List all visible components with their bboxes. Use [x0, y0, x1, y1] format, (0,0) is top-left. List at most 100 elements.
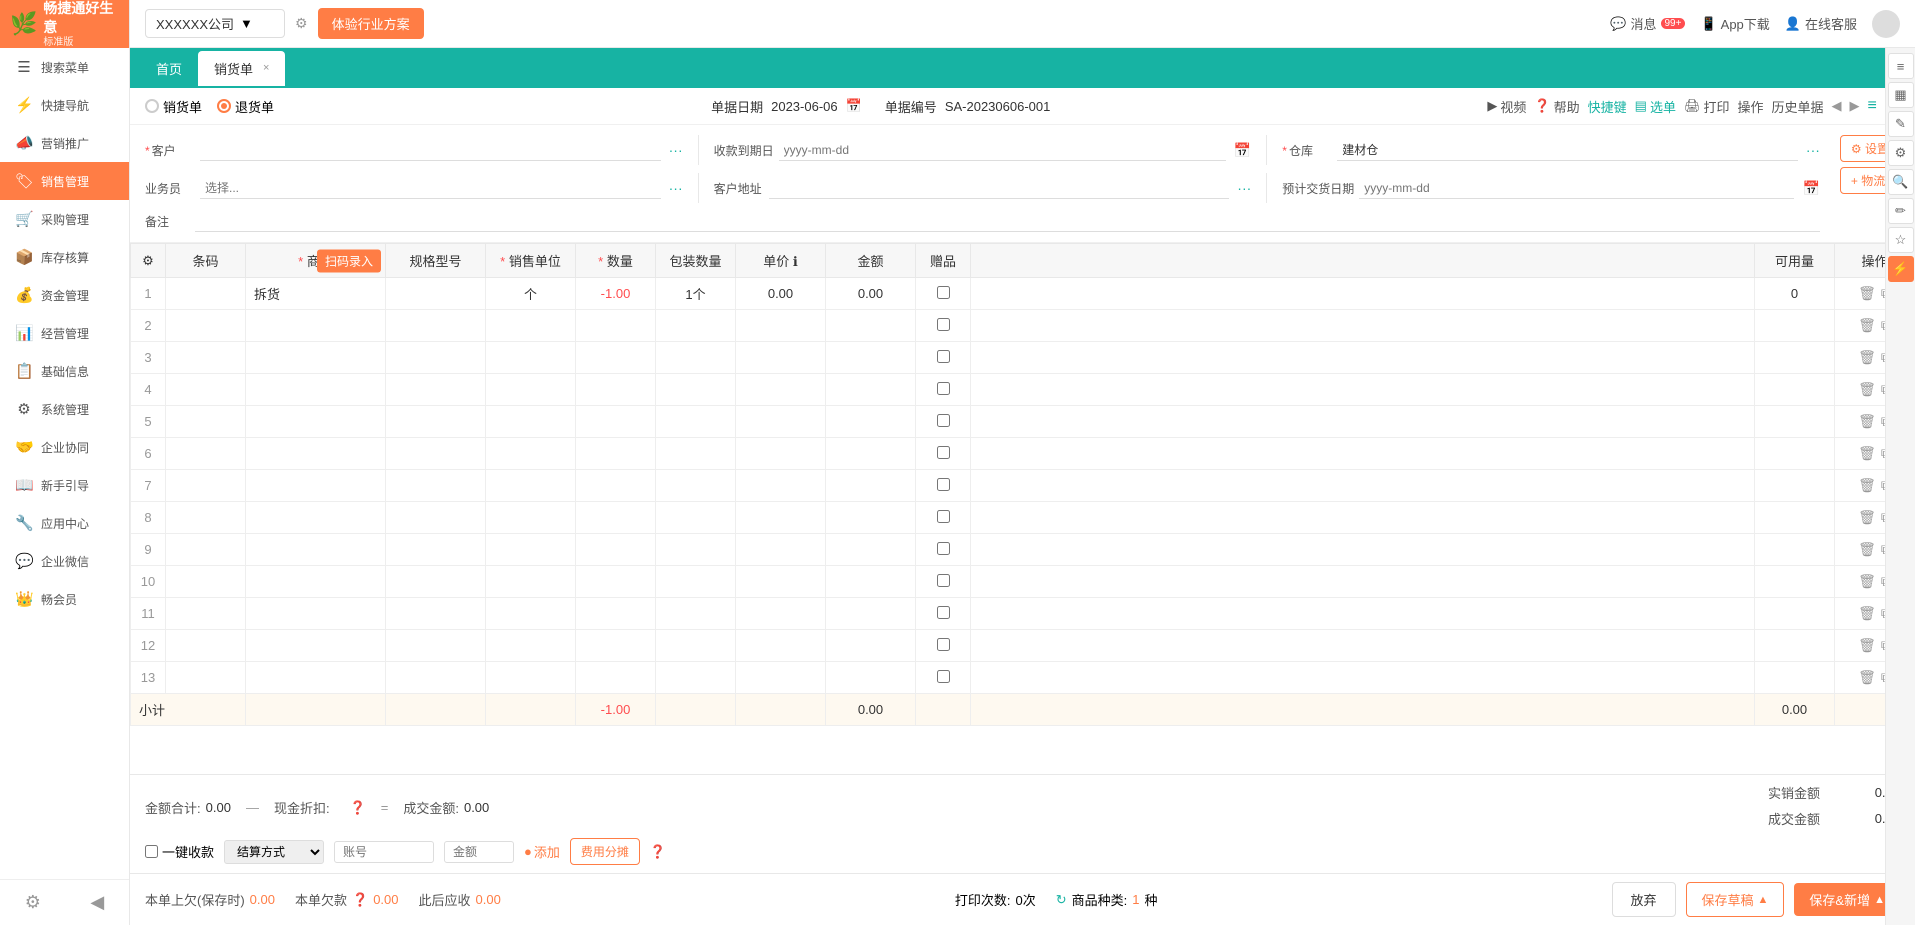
- row-qty[interactable]: [576, 534, 656, 566]
- row-barcode[interactable]: [166, 566, 246, 598]
- row-barcode[interactable]: [166, 502, 246, 534]
- row-spec[interactable]: [386, 534, 486, 566]
- tab-home[interactable]: 首页: [140, 51, 198, 86]
- row-qty[interactable]: [576, 342, 656, 374]
- row-amount[interactable]: [826, 342, 916, 374]
- col-settings[interactable]: ⚙: [131, 244, 166, 278]
- radio-sale[interactable]: 销货单: [145, 97, 202, 116]
- sidebar-item-system[interactable]: ⚙ 系统管理: [0, 390, 129, 428]
- row-pkg[interactable]: [656, 342, 736, 374]
- row-price[interactable]: [736, 310, 826, 342]
- fee-split-btn[interactable]: 费用分摊: [570, 838, 640, 865]
- row-amount[interactable]: [826, 566, 916, 598]
- row-unit[interactable]: [486, 598, 576, 630]
- row-unit[interactable]: [486, 502, 576, 534]
- row-spec[interactable]: [386, 310, 486, 342]
- row-gift[interactable]: [916, 278, 971, 310]
- row-unit[interactable]: [486, 310, 576, 342]
- due-date-input[interactable]: [779, 140, 1226, 161]
- discard-btn[interactable]: 放弃: [1612, 882, 1676, 917]
- owed-help-icon[interactable]: ❓: [352, 892, 368, 908]
- row-barcode[interactable]: [166, 630, 246, 662]
- row-qty[interactable]: [576, 438, 656, 470]
- sidebar-item-finance[interactable]: 💰 资金管理: [0, 276, 129, 314]
- shortcut-btn[interactable]: 快捷键: [1588, 97, 1627, 116]
- row-delete-btn[interactable]: 🗑: [1858, 445, 1876, 462]
- row-goods[interactable]: [246, 470, 386, 502]
- calendar-icon[interactable]: 📅: [846, 98, 862, 114]
- row-pkg[interactable]: [656, 374, 736, 406]
- row-unit[interactable]: 个: [486, 278, 576, 310]
- discount-help-icon[interactable]: ❓: [350, 800, 366, 816]
- row-amount[interactable]: [826, 470, 916, 502]
- sidebar-item-appcenter[interactable]: 🔧 应用中心: [0, 504, 129, 542]
- row-pkg[interactable]: [656, 534, 736, 566]
- sidebar-item-quicknav[interactable]: ⚡ 快捷导航: [0, 86, 129, 124]
- refresh-icon[interactable]: ↻: [1056, 892, 1067, 908]
- one-click-payment-checkbox[interactable]: 一键收款: [145, 842, 214, 861]
- sidebar-item-ops[interactable]: 📊 经营管理: [0, 314, 129, 352]
- row-goods[interactable]: 拆货: [246, 278, 386, 310]
- row-pkg[interactable]: [656, 406, 736, 438]
- sidebar-settings-btn[interactable]: ⚙: [21, 888, 45, 917]
- row-barcode[interactable]: [166, 374, 246, 406]
- row-delete-btn[interactable]: 🗑: [1858, 669, 1876, 686]
- row-delete-btn[interactable]: 🗑: [1858, 541, 1876, 558]
- right-panel-btn-2[interactable]: ▦: [1888, 82, 1914, 108]
- row-pkg[interactable]: [656, 566, 736, 598]
- sidebar-item-wechat[interactable]: 💬 企业微信: [0, 542, 129, 580]
- salesperson-dots[interactable]: ···: [669, 180, 683, 196]
- sidebar-collapse-btn[interactable]: ◀: [86, 888, 108, 917]
- row-price[interactable]: [736, 502, 826, 534]
- row-spec[interactable]: [386, 662, 486, 694]
- row-delete-btn[interactable]: 🗑: [1858, 637, 1876, 654]
- online-service-action[interactable]: 👤 在线客服: [1785, 14, 1857, 33]
- row-barcode[interactable]: [166, 662, 246, 694]
- row-goods[interactable]: [246, 598, 386, 630]
- tab-close-icon[interactable]: ×: [263, 62, 269, 74]
- row-barcode[interactable]: [166, 470, 246, 502]
- row-delete-btn[interactable]: 🗑: [1858, 413, 1876, 430]
- company-selector[interactable]: XXXXXX公司 ▼: [145, 9, 285, 38]
- row-price[interactable]: [736, 630, 826, 662]
- row-unit[interactable]: [486, 406, 576, 438]
- row-amount[interactable]: [826, 310, 916, 342]
- app-download-action[interactable]: 📱 App下载: [1700, 14, 1769, 33]
- expected-date-calendar-icon[interactable]: 📅: [1802, 180, 1819, 197]
- row-pkg[interactable]: [656, 310, 736, 342]
- row-unit[interactable]: [486, 534, 576, 566]
- row-delete-btn[interactable]: 🗑: [1858, 285, 1876, 302]
- expected-date-input[interactable]: [1359, 178, 1794, 199]
- add-payment-btn[interactable]: ● 添加: [524, 842, 560, 861]
- row-amount[interactable]: [826, 630, 916, 662]
- row-price[interactable]: [736, 342, 826, 374]
- row-gift[interactable]: [916, 438, 971, 470]
- row-qty[interactable]: [576, 598, 656, 630]
- row-barcode[interactable]: [166, 534, 246, 566]
- customer-addr-input[interactable]: [769, 178, 1230, 199]
- sidebar-item-collab[interactable]: 🤝 企业协同: [0, 428, 129, 466]
- one-click-checkbox[interactable]: [145, 845, 158, 858]
- message-action[interactable]: 💬 消息 99+: [1610, 14, 1685, 33]
- row-goods[interactable]: [246, 374, 386, 406]
- row-qty[interactable]: [576, 662, 656, 694]
- row-pkg[interactable]: [656, 502, 736, 534]
- sidebar-item-search[interactable]: ☰ 搜索菜单: [0, 48, 129, 86]
- row-barcode[interactable]: [166, 342, 246, 374]
- row-amount[interactable]: [826, 374, 916, 406]
- row-qty[interactable]: [576, 566, 656, 598]
- row-unit[interactable]: [486, 566, 576, 598]
- video-btn[interactable]: ▶ 视频: [1487, 97, 1526, 116]
- row-spec[interactable]: [386, 630, 486, 662]
- row-gift[interactable]: [916, 598, 971, 630]
- row-delete-btn[interactable]: 🗑: [1858, 509, 1876, 526]
- row-pkg[interactable]: [656, 470, 736, 502]
- row-price[interactable]: [736, 566, 826, 598]
- row-delete-btn[interactable]: 🗑: [1858, 317, 1876, 334]
- row-goods[interactable]: [246, 566, 386, 598]
- row-goods[interactable]: [246, 310, 386, 342]
- row-unit[interactable]: [486, 470, 576, 502]
- row-unit[interactable]: [486, 342, 576, 374]
- row-goods[interactable]: [246, 438, 386, 470]
- row-goods[interactable]: [246, 630, 386, 662]
